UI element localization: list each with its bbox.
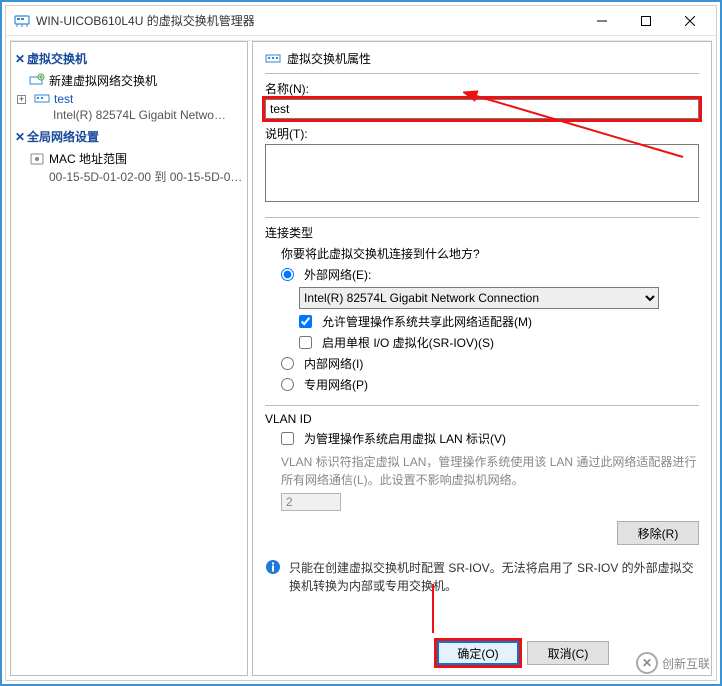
mac-icon <box>29 151 45 167</box>
close-button[interactable] <box>668 7 712 35</box>
checkbox-sriov[interactable] <box>299 336 312 349</box>
ok-button[interactable]: 确定(O) <box>437 641 519 665</box>
radio-internal[interactable] <box>281 357 294 370</box>
checkbox-vlan[interactable] <box>281 432 294 445</box>
sidebar-new-vswitch[interactable]: 新建虚拟网络交换机 <box>15 71 243 90</box>
info-icon <box>265 559 281 575</box>
properties-heading: 虚拟交换机属性 <box>265 50 699 74</box>
vlan-note: VLAN 标识符指定虚拟 LAN，管理操作系统使用该 LAN 通过此网络适配器进… <box>265 453 699 489</box>
conn-type-title: 连接类型 <box>265 224 699 241</box>
vswitch-icon <box>265 51 281 67</box>
annotation-arrow-2 <box>413 582 453 633</box>
sidebar-section-global[interactable]: ✕ 全局网络设置 <box>15 128 243 145</box>
titlebar: WIN-UICOB610L4U 的虚拟交换机管理器 <box>6 6 716 36</box>
vlan-title: VLAN ID <box>265 412 699 426</box>
vlan-id-input <box>281 493 341 511</box>
radio-external[interactable] <box>281 268 294 281</box>
cancel-button[interactable]: 取消(C) <box>527 641 609 665</box>
remove-button[interactable]: 移除(R) <box>617 521 699 545</box>
new-vswitch-icon <box>29 73 45 89</box>
sidebar: ✕ 虚拟交换机 新建虚拟网络交换机 + test Intel(R) 82574L… <box>10 41 248 676</box>
watermark-icon: ✕ <box>636 652 658 674</box>
sidebar-section-vswitches[interactable]: ✕ 虚拟交换机 <box>15 50 243 67</box>
checkbox-share-mgmt[interactable] <box>299 315 312 328</box>
main-panel: 虚拟交换机属性 名称(N): 说明(T): 连接类型 你要将此虚拟交换机连接到什… <box>252 41 712 676</box>
sidebar-mac-range-value: 00-15-5D-01-02-00 到 00-15-5D-0… <box>15 168 243 185</box>
sidebar-vswitch-test[interactable]: + test <box>15 90 243 108</box>
nic-select[interactable]: Intel(R) 82574L Gigabit Network Connecti… <box>299 287 659 309</box>
vswitch-icon <box>34 91 50 107</box>
sidebar-vswitch-nic[interactable]: Intel(R) 82574L Gigabit Netwo… <box>15 108 243 122</box>
minimize-button[interactable] <box>580 7 624 35</box>
radio-external-row: 外部网络(E): <box>265 266 699 283</box>
sriov-info-text: 只能在创建虚拟交换机时配置 SR-IOV。无法将启用了 SR-IOV 的外部虚拟… <box>289 559 699 595</box>
sidebar-mac-range[interactable]: MAC 地址范围 <box>15 149 243 168</box>
maximize-button[interactable] <box>624 7 668 35</box>
expand-icon[interactable]: + <box>17 95 26 104</box>
radio-private[interactable] <box>281 378 294 391</box>
conn-question: 你要将此虚拟交换机连接到什么地方? <box>265 245 699 262</box>
window-title: WIN-UICOB610L4U 的虚拟交换机管理器 <box>36 12 580 29</box>
watermark: ✕ 创新互联 <box>636 652 710 674</box>
app-icon <box>14 13 30 29</box>
annotation-arrow-1 <box>463 87 693 167</box>
